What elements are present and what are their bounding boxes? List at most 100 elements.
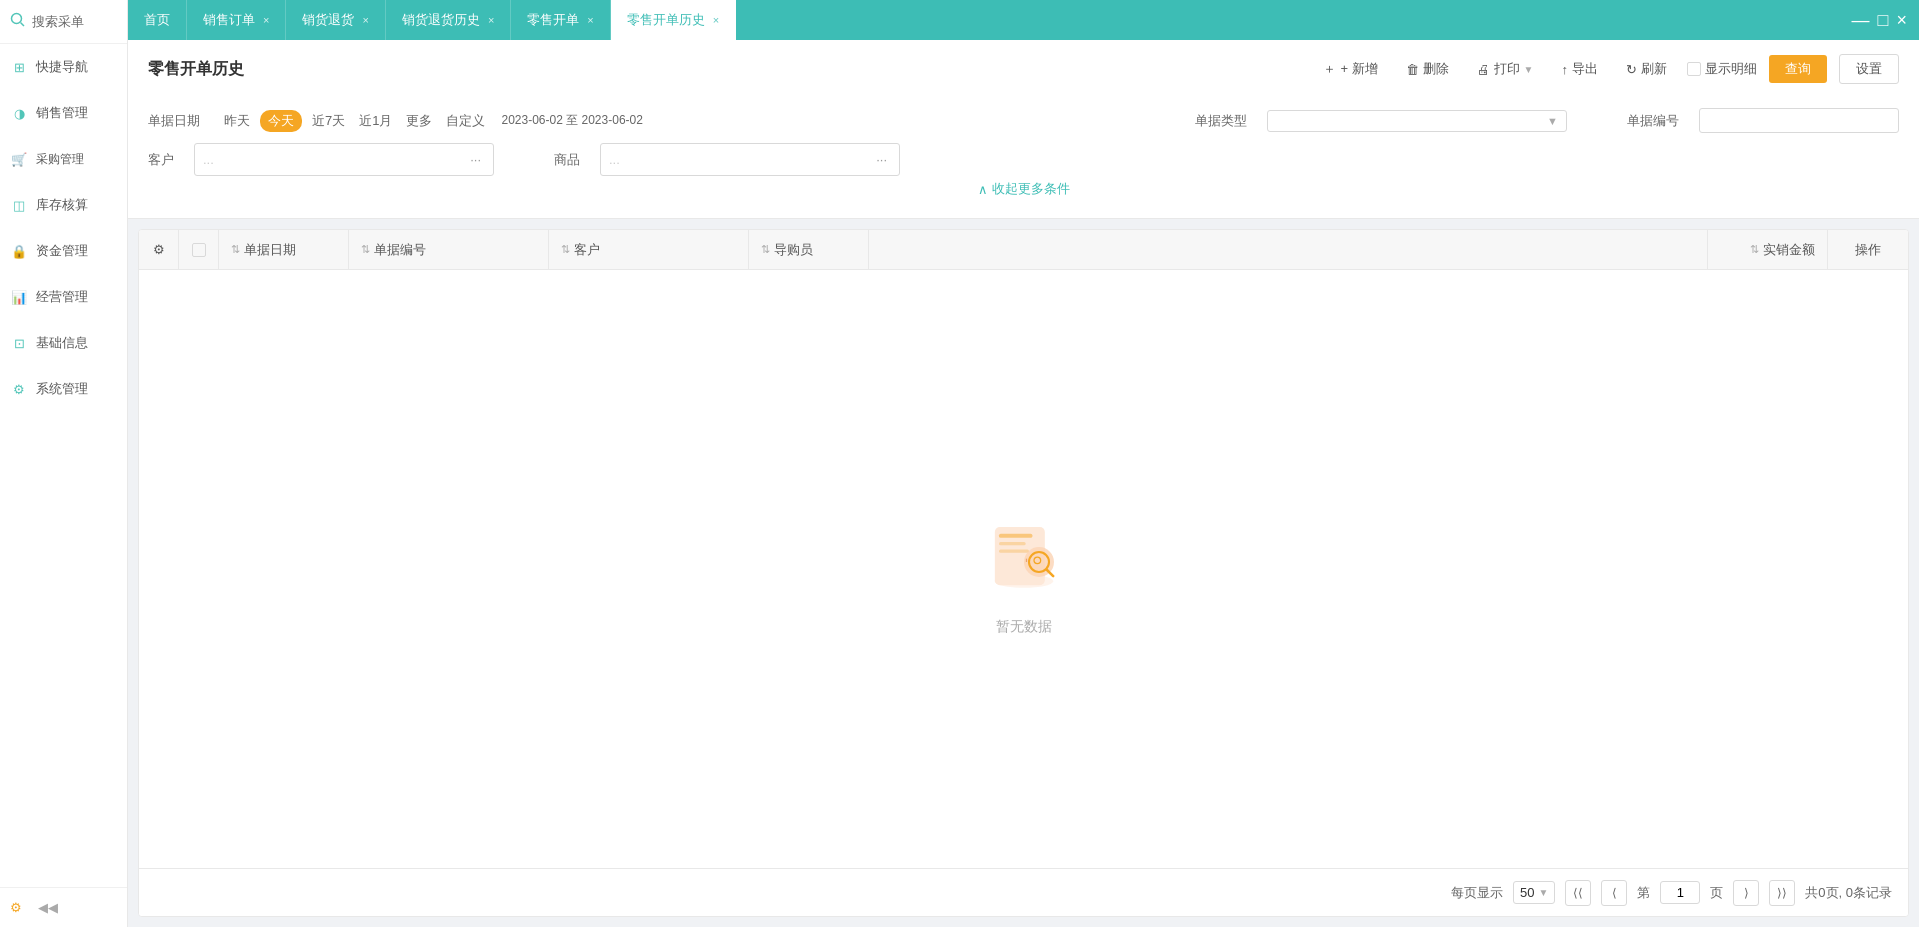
print-button[interactable]: 🖨 打印 ▼ — [1469, 56, 1542, 82]
filter-row-1: 单据日期 昨天 今天 近7天 近1月 更多 自定义 2023-06-02 至 2… — [148, 108, 1899, 133]
th-checkbox[interactable] — [179, 230, 219, 269]
settings-button[interactable]: 设置 — [1839, 54, 1899, 84]
window-controls: — □ × — [1852, 0, 1919, 40]
sidebar-item-kuaijie[interactable]: ⊞ 快捷导航 — [0, 44, 127, 90]
sidebar-item-label: 资金管理 — [36, 242, 88, 260]
date-label: 单据日期 — [148, 112, 200, 130]
sidebar-item-kucun[interactable]: ◫ 库存核算 — [0, 182, 127, 228]
window-close[interactable]: × — [1896, 10, 1907, 31]
goods-ellipsis[interactable]: ··· — [872, 148, 891, 171]
show-detail-checkbox[interactable]: 显示明细 — [1687, 60, 1757, 78]
tab-retail-open[interactable]: 零售开单 × — [511, 0, 610, 40]
date-opt-1month[interactable]: 近1月 — [355, 110, 396, 132]
th-date[interactable]: ⇅ 单据日期 — [219, 230, 349, 269]
add-button[interactable]: ＋ + 新增 — [1315, 56, 1385, 82]
sidebar-item-jingying[interactable]: 📊 经营管理 — [0, 274, 127, 320]
th-guide[interactable]: ⇅ 导购员 — [749, 230, 869, 269]
settings-bottom-icon[interactable]: ⚙ — [10, 900, 22, 915]
sidebar-search[interactable]: 搜索采单 — [0, 0, 127, 44]
delete-button[interactable]: 🗑 删除 — [1398, 56, 1457, 82]
date-opt-more[interactable]: 更多 — [402, 110, 436, 132]
doc-type-select[interactable]: ▼ — [1267, 110, 1567, 132]
sidebar-search-label: 搜索采单 — [32, 13, 84, 31]
page-first-btn[interactable]: ⟨⟨ — [1565, 880, 1591, 906]
refresh-icon: ↻ — [1626, 62, 1637, 77]
tab-retail-open-close[interactable]: × — [587, 14, 593, 26]
sidebar-item-label: 基础信息 — [36, 334, 88, 352]
window-minimize[interactable]: — — [1852, 10, 1870, 31]
sidebar-item-xiaoshou[interactable]: ◑ 销售管理 — [0, 90, 127, 136]
sidebar-item-xitong[interactable]: ⚙ 系统管理 — [0, 366, 127, 412]
page-size-value: 50 — [1520, 885, 1534, 900]
page-next-btn[interactable]: ⟩ — [1733, 880, 1759, 906]
tab-home[interactable]: 首页 — [128, 0, 187, 40]
th-customer-label: 客户 — [574, 241, 600, 259]
query-button[interactable]: 查询 — [1769, 55, 1827, 83]
goods-label: 商品 — [554, 151, 580, 169]
main-area: 首页 销售订单 × 销货退货 × 销货退货历史 × 零售开单 × 零售开单历史 … — [128, 0, 1919, 927]
sidebar-item-jichu[interactable]: ⊡ 基础信息 — [0, 320, 127, 366]
svg-point-0 — [12, 14, 22, 24]
sidebar-item-zijin[interactable]: 🔒 资金管理 — [0, 228, 127, 274]
page-num-input[interactable] — [1660, 881, 1700, 904]
tab-sales-return-history[interactable]: 销货退货历史 × — [386, 0, 511, 40]
filter-row-2: 客户 ... ··· 商品 ... ··· — [148, 143, 1899, 176]
empty-state: 暂无数据 — [139, 270, 1908, 868]
tab-sales-order-close[interactable]: × — [263, 14, 269, 26]
show-detail-label: 显示明细 — [1705, 60, 1757, 78]
print-icon: 🖨 — [1477, 62, 1490, 77]
page-title-row: 零售开单历史 ＋ + 新增 🗑 删除 🖨 打印 ▼ — [148, 54, 1899, 84]
date-opt-custom[interactable]: 自定义 — [442, 110, 489, 132]
th-checkbox-box — [192, 243, 206, 257]
collapse-more-conditions[interactable]: ∧ 收起更多条件 — [148, 176, 1899, 206]
tab-sales-return-close[interactable]: × — [362, 14, 368, 26]
tab-sales-return-history-close[interactable]: × — [488, 14, 494, 26]
export-button[interactable]: ↑ 导出 — [1554, 56, 1607, 82]
customer-label: 客户 — [148, 151, 174, 169]
date-opt-7days[interactable]: 近7天 — [308, 110, 349, 132]
tab-sales-order[interactable]: 销售订单 × — [187, 0, 286, 40]
doc-no-input[interactable] — [1699, 108, 1899, 133]
page-prev-btn[interactable]: ⟨ — [1601, 880, 1627, 906]
empty-text: 暂无数据 — [996, 618, 1052, 636]
page-total: 共0页, 0条记录 — [1805, 884, 1892, 902]
th-amount[interactable]: ⇅ 实销金额 — [1708, 230, 1828, 269]
lock-icon: 🔒 — [10, 242, 28, 260]
chevron-up-icon: ∧ — [978, 182, 988, 197]
th-amount-label: 实销金额 — [1763, 241, 1815, 259]
sidebar-item-caigou[interactable]: 🛒 采购管理 — [0, 136, 127, 182]
sidebar-item-label: 库存核算 — [36, 196, 88, 214]
goods-value: ... — [609, 152, 868, 167]
cart-icon: 🛒 — [10, 150, 28, 168]
page-size-select[interactable]: 50 ▼ — [1513, 881, 1555, 904]
window-maximize[interactable]: □ — [1878, 10, 1889, 31]
th-customer[interactable]: ⇅ 客户 — [549, 230, 749, 269]
customer-ellipsis[interactable]: ··· — [466, 148, 485, 171]
th-order-no[interactable]: ⇅ 单据编号 — [349, 230, 549, 269]
export-label: 导出 — [1572, 60, 1598, 78]
tab-retail-open-history[interactable]: 零售开单历史 × — [611, 0, 736, 40]
page-label: 第 — [1637, 884, 1650, 902]
page-last-btn[interactable]: ⟩⟩ — [1769, 880, 1795, 906]
svg-rect-5 — [999, 542, 1026, 545]
tab-sales-return-history-label: 销货退货历史 — [402, 11, 480, 29]
date-opt-today[interactable]: 今天 — [260, 110, 302, 132]
customer-select[interactable]: ... ··· — [194, 143, 494, 176]
collapse-sidebar-icon[interactable]: ◀◀ — [38, 900, 58, 915]
tab-sales-order-label: 销售订单 — [203, 11, 255, 29]
sort-icon-amount: ⇅ — [1750, 243, 1759, 256]
refresh-button[interactable]: ↻ 刷新 — [1618, 56, 1675, 82]
tab-retail-open-history-close[interactable]: × — [713, 14, 719, 26]
sidebar-item-label: 系统管理 — [36, 380, 88, 398]
sidebar-item-label: 快捷导航 — [36, 58, 88, 76]
tab-sales-return[interactable]: 销货退货 × — [286, 0, 385, 40]
th-settings[interactable]: ⚙ — [139, 230, 179, 269]
date-opt-yesterday[interactable]: 昨天 — [220, 110, 254, 132]
sidebar-item-label: 采购管理 — [36, 151, 84, 168]
page-unit: 页 — [1710, 884, 1723, 902]
add-icon: ＋ — [1323, 60, 1336, 78]
goods-select[interactable]: ... ··· — [600, 143, 900, 176]
add-label: + 新增 — [1340, 60, 1377, 78]
tab-retail-open-label: 零售开单 — [527, 11, 579, 29]
svg-line-1 — [21, 23, 25, 27]
